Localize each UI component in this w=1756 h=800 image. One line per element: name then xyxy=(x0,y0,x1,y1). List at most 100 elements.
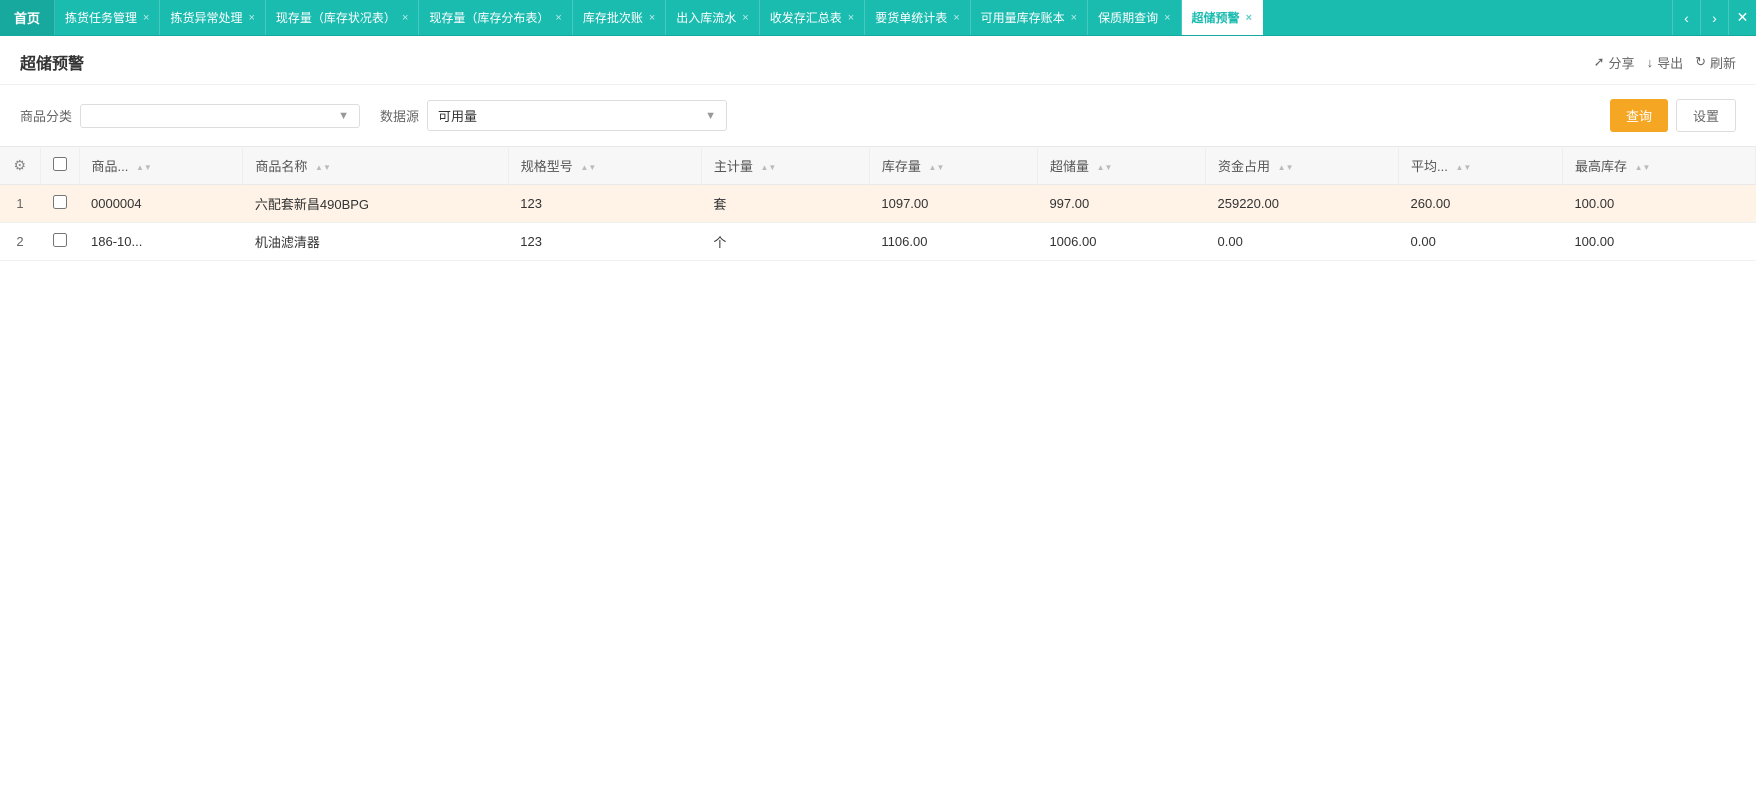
datasource-filter-group: 数据源 可用量 ▼ xyxy=(380,100,727,131)
th-spec-label: 规格型号 xyxy=(521,159,573,174)
nav-tab-overstock[interactable]: 超储预警× xyxy=(1182,0,1263,35)
nav-tab-order-stat[interactable]: 要货单统计表× xyxy=(865,0,970,35)
category-label: 商品分类 xyxy=(20,106,72,125)
nav-tab-close-shelf-life[interactable]: × xyxy=(1164,12,1170,24)
nav-tab-stock-dist[interactable]: 现存量（库存分布表）× xyxy=(419,0,572,35)
nav-tab-close-task-mgmt[interactable]: × xyxy=(143,12,149,24)
td-overstock-0: 997.00 xyxy=(1037,185,1205,223)
th-product-name[interactable]: 商品名称 ▲▼ xyxy=(243,147,508,185)
category-chevron-icon: ▼ xyxy=(338,110,349,122)
td-unit-0: 套 xyxy=(701,185,869,223)
th-unit-label: 主计量 xyxy=(714,159,753,174)
td-capital-1: 0.00 xyxy=(1206,223,1399,261)
th-product-code-label: 商品... xyxy=(92,159,129,174)
th-avg-label: 平均... xyxy=(1411,159,1448,174)
export-button[interactable]: ↓ 导出 xyxy=(1647,53,1684,72)
th-unit[interactable]: 主计量 ▲▼ xyxy=(701,147,869,185)
datasource-select[interactable]: 可用量 ▼ xyxy=(427,100,727,131)
th-product-code[interactable]: 商品... ▲▼ xyxy=(79,147,243,185)
nav-tab-close-overstock[interactable]: × xyxy=(1246,12,1252,24)
td-product-name-1: 机油滤清器 xyxy=(243,223,508,261)
th-stock-label: 库存量 xyxy=(882,159,921,174)
main-table: ⚙ 商品... ▲▼ 商品名称 ▲▼ 规格型号 ▲▼ xyxy=(0,146,1756,261)
td-product-name-0: 六配套新昌490BPG xyxy=(243,185,508,223)
td-row-num-1: 2 xyxy=(0,223,40,261)
sort-icon-avg: ▲▼ xyxy=(1456,164,1472,172)
td-stock-0: 1097.00 xyxy=(869,185,1037,223)
table-header-row: ⚙ 商品... ▲▼ 商品名称 ▲▼ 规格型号 ▲▼ xyxy=(0,147,1756,185)
settings-button[interactable]: 设置 xyxy=(1676,99,1736,132)
nav-tab-stock-status[interactable]: 现存量（库存状况表）× xyxy=(266,0,419,35)
td-max-stock-1: 100.00 xyxy=(1562,223,1755,261)
nav-arrows: ‹ › ✕ xyxy=(1672,0,1756,36)
nav-tab-close-order-stat[interactable]: × xyxy=(953,12,959,24)
select-all-checkbox[interactable] xyxy=(53,157,67,171)
nav-tab-close-stock-dist[interactable]: × xyxy=(555,12,561,24)
page-title: 超储预警 xyxy=(20,50,84,74)
nav-arrow-right[interactable]: › xyxy=(1700,0,1728,36)
td-avg-0: 260.00 xyxy=(1399,185,1563,223)
td-spec-0: 123 xyxy=(508,185,701,223)
td-checkbox-0[interactable] xyxy=(40,185,79,223)
th-stock[interactable]: 库存量 ▲▼ xyxy=(869,147,1037,185)
table-row: 2 186-10... 机油滤清器 123 个 1106.00 1006.00 … xyxy=(0,223,1756,261)
refresh-button[interactable]: ↻ 刷新 xyxy=(1695,53,1736,72)
nav-tab-close-abnormal[interactable]: × xyxy=(248,12,254,24)
td-overstock-1: 1006.00 xyxy=(1037,223,1205,261)
nav-tab-close-batch[interactable]: × xyxy=(649,12,655,24)
export-label: 导出 xyxy=(1657,53,1683,72)
nav-tab-recv-send[interactable]: 收发存汇总表× xyxy=(760,0,865,35)
nav-arrow-left[interactable]: ‹ xyxy=(1672,0,1700,36)
th-capital-label: 资金占用 xyxy=(1218,159,1270,174)
nav-tab-abnormal[interactable]: 拣货异常处理× xyxy=(160,0,265,35)
sort-icon-product-name: ▲▼ xyxy=(315,164,331,172)
nav-home[interactable]: 首页 xyxy=(0,0,55,35)
nav-tab-inout[interactable]: 出入库流水× xyxy=(666,0,759,35)
share-button[interactable]: ➚ 分享 xyxy=(1594,53,1635,72)
row-checkbox-1[interactable] xyxy=(53,233,67,247)
th-max-stock[interactable]: 最高库存 ▲▼ xyxy=(1562,147,1755,185)
page-header: 超储预警 ➚ 分享 ↓ 导出 ↻ 刷新 xyxy=(0,36,1756,85)
nav-tab-batch[interactable]: 库存批次账× xyxy=(573,0,666,35)
nav-arrow-close[interactable]: ✕ xyxy=(1728,0,1756,36)
header-actions: ➚ 分享 ↓ 导出 ↻ 刷新 xyxy=(1594,53,1736,72)
nav-bar: 首页 拣货任务管理×拣货异常处理×现存量（库存状况表）×现存量（库存分布表）×库… xyxy=(0,0,1756,36)
category-select[interactable]: ▼ xyxy=(80,104,360,128)
export-icon: ↓ xyxy=(1647,55,1654,70)
nav-tab-close-recv-send[interactable]: × xyxy=(848,12,854,24)
th-avg[interactable]: 平均... ▲▼ xyxy=(1399,147,1563,185)
sort-icon-spec: ▲▼ xyxy=(580,164,596,172)
td-checkbox-1[interactable] xyxy=(40,223,79,261)
filter-actions: 查询 设置 xyxy=(1610,99,1736,132)
refresh-icon: ↻ xyxy=(1695,54,1706,70)
th-overstock[interactable]: 超储量 ▲▼ xyxy=(1037,147,1205,185)
sort-icon-max-stock: ▲▼ xyxy=(1635,164,1651,172)
refresh-label: 刷新 xyxy=(1710,53,1736,72)
sort-icon-product-code: ▲▼ xyxy=(136,164,152,172)
nav-tab-shelf-life[interactable]: 保质期查询× xyxy=(1088,0,1181,35)
th-checkbox[interactable] xyxy=(40,147,79,185)
th-gear[interactable]: ⚙ xyxy=(0,147,40,185)
table-row: 1 0000004 六配套新昌490BPG 123 套 1097.00 997.… xyxy=(0,185,1756,223)
nav-tab-close-inout[interactable]: × xyxy=(742,12,748,24)
query-button[interactable]: 查询 xyxy=(1610,99,1668,132)
row-checkbox-0[interactable] xyxy=(53,195,67,209)
filter-bar: 商品分类 ▼ 数据源 可用量 ▼ 查询 设置 xyxy=(0,85,1756,146)
share-icon: ➚ xyxy=(1594,54,1605,70)
page-content: 超储预警 ➚ 分享 ↓ 导出 ↻ 刷新 商品分类 ▼ 数据源 xyxy=(0,36,1756,800)
td-stock-1: 1106.00 xyxy=(869,223,1037,261)
nav-tab-close-avail-stock[interactable]: × xyxy=(1071,12,1077,24)
table-container: ⚙ 商品... ▲▼ 商品名称 ▲▼ 规格型号 ▲▼ xyxy=(0,146,1756,261)
th-overstock-label: 超储量 xyxy=(1050,159,1089,174)
datasource-select-value: 可用量 xyxy=(438,106,477,125)
gear-icon[interactable]: ⚙ xyxy=(13,157,26,174)
sort-icon-stock: ▲▼ xyxy=(929,164,945,172)
th-spec[interactable]: 规格型号 ▲▼ xyxy=(508,147,701,185)
nav-tab-avail-stock[interactable]: 可用量库存账本× xyxy=(971,0,1088,35)
th-product-name-label: 商品名称 xyxy=(255,159,307,174)
nav-tab-task-mgmt[interactable]: 拣货任务管理× xyxy=(55,0,160,35)
datasource-chevron-icon: ▼ xyxy=(705,110,716,122)
td-avg-1: 0.00 xyxy=(1399,223,1563,261)
nav-tab-close-stock-status[interactable]: × xyxy=(402,12,408,24)
th-capital[interactable]: 资金占用 ▲▼ xyxy=(1206,147,1399,185)
